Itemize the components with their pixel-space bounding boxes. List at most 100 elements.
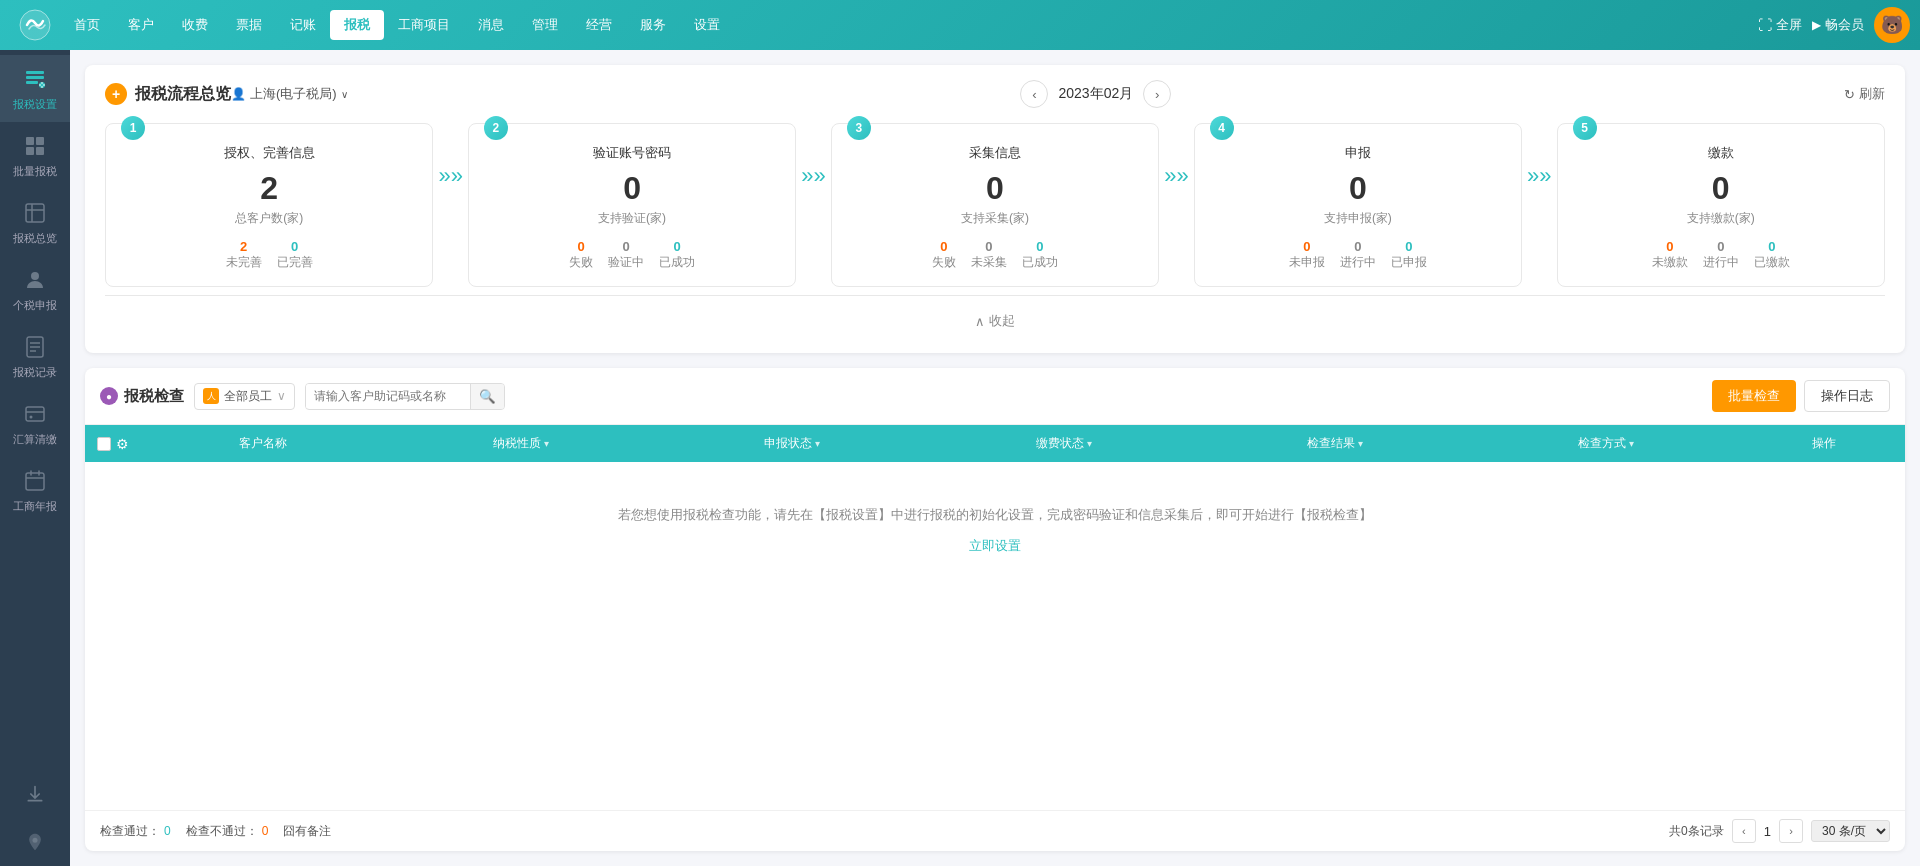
search-button[interactable]: 🔍: [470, 384, 504, 409]
location-person-icon: 👤: [231, 87, 246, 101]
step-5-subtitle: 支持缴款(家): [1573, 210, 1869, 227]
th-checkbox: ⚙: [85, 425, 141, 462]
vip-btn[interactable]: ▶ 畅会员: [1812, 16, 1864, 34]
refresh-label: 刷新: [1859, 85, 1885, 103]
logo[interactable]: [10, 0, 60, 50]
sidebar-item-location[interactable]: [0, 818, 70, 866]
check-title-text: 报税检查: [124, 387, 184, 406]
batch-check-btn[interactable]: 批量检查: [1712, 380, 1796, 412]
fullscreen-btn[interactable]: ⛶ 全屏: [1758, 16, 1802, 34]
setup-link[interactable]: 立即设置: [105, 533, 1885, 559]
nav-item-client[interactable]: 客户: [114, 10, 168, 40]
collapse-btn[interactable]: ∧ 收起: [105, 304, 1885, 338]
sidebar-item-annual-report[interactable]: 工商年报: [0, 457, 70, 524]
step-4-stat-1-label: 进行中: [1340, 254, 1376, 271]
user-avatar[interactable]: 🐻: [1874, 7, 1910, 43]
step-1-badge: 1: [121, 116, 145, 140]
sidebar-item-settlement[interactable]: 汇算清缴: [0, 390, 70, 457]
nav-item-manage[interactable]: 管理: [518, 10, 572, 40]
th-check-result: 检查结果 ▾: [1199, 425, 1470, 462]
filter-icon-1: ▾: [544, 438, 549, 449]
operation-log-btn[interactable]: 操作日志: [1804, 380, 1890, 412]
settings-gear-icon[interactable]: ⚙: [116, 436, 129, 452]
th-check-method: 检查方式 ▾: [1471, 425, 1742, 462]
nav-item-invoice[interactable]: 票据: [222, 10, 276, 40]
th-check-result-filter[interactable]: 检查结果 ▾: [1307, 435, 1363, 452]
step-5-stat-1: 0 进行中: [1703, 239, 1739, 271]
th-filing-status-filter[interactable]: 申报状态 ▾: [764, 435, 820, 452]
vip-label: 畅会员: [1825, 16, 1864, 34]
personal-filing-icon: [21, 266, 49, 294]
collapse-label: 收起: [989, 312, 1015, 330]
step-1-card: 1 授权、完善信息 2 总客户数(家) 2 未完善 0 已完善: [105, 123, 433, 287]
sidebar-item-batch-tax[interactable]: 批量报税: [0, 122, 70, 189]
sidebar-item-tax-records[interactable]: 报税记录: [0, 323, 70, 390]
tax-records-icon: [21, 333, 49, 361]
step-2-badge: 2: [484, 116, 508, 140]
step-2-count: 0: [484, 172, 780, 204]
step-3-stat-0-num: 0: [932, 239, 956, 254]
step-5-badge: 5: [1573, 116, 1597, 140]
staff-selector[interactable]: 人 全部员工 ∨: [194, 383, 295, 410]
pagination: 共0条记录 ‹ 1 › 30 条/页: [1669, 819, 1890, 843]
next-month-btn[interactable]: ›: [1143, 80, 1171, 108]
step-5-stat-2: 0 已缴款: [1754, 239, 1790, 271]
step-3-subtitle: 支持采集(家): [847, 210, 1143, 227]
step-2-stat-1: 0 验证中: [608, 239, 644, 271]
arrow-1: »»: [433, 163, 467, 189]
step-4-subtitle: 支持申报(家): [1210, 210, 1506, 227]
chevron-up-icon: ∧: [975, 314, 985, 329]
prev-page-btn[interactable]: ‹: [1732, 819, 1756, 843]
check-title: ● 报税检查: [100, 387, 184, 406]
location-selector[interactable]: 👤 上海(电子税局) ∨: [231, 85, 348, 103]
page-size-selector[interactable]: 30 条/页: [1811, 820, 1890, 842]
select-all-checkbox[interactable]: [97, 437, 111, 451]
nav-item-home[interactable]: 首页: [60, 10, 114, 40]
process-steps: 1 授权、完善信息 2 总客户数(家) 2 未完善 0 已完善: [105, 123, 1885, 287]
nav-item-bookkeeping[interactable]: 记账: [276, 10, 330, 40]
check-title-icon: ●: [100, 387, 118, 405]
sidebar-item-download[interactable]: [0, 770, 70, 818]
refresh-btn[interactable]: ↻ 刷新: [1844, 85, 1885, 103]
top-nav: 首页 客户 收费 票据 记账 报税 工商项目 消息 管理 经营 服务 设置 ⛶ …: [0, 0, 1920, 50]
filter-icon-2: ▾: [815, 438, 820, 449]
process-title-text: 报税流程总览: [135, 84, 231, 105]
th-check-method-filter[interactable]: 检查方式 ▾: [1578, 435, 1634, 452]
step-2-stat-0-num: 0: [569, 239, 593, 254]
th-fee-status-filter[interactable]: 缴费状态 ▾: [1036, 435, 1092, 452]
batch-tax-icon: [21, 132, 49, 160]
search-input[interactable]: [306, 384, 470, 408]
step-2-stats: 0 失败 0 验证中 0 已成功: [484, 239, 780, 271]
svg-rect-8: [36, 147, 44, 155]
empty-message: 若您想使用报税检查功能，请先在【报税设置】中进行报税的初始化设置，完成密码验证和…: [85, 462, 1905, 599]
nav-item-operation[interactable]: 经营: [572, 10, 626, 40]
th-tax-nature-filter[interactable]: 纳税性质 ▾: [493, 435, 549, 452]
nav-item-settings[interactable]: 设置: [680, 10, 734, 40]
empty-message-text: 若您想使用报税检查功能，请先在【报税设置】中进行报税的初始化设置，完成密码验证和…: [618, 507, 1372, 522]
nav-item-message[interactable]: 消息: [464, 10, 518, 40]
step-2-stat-2-label: 已成功: [659, 254, 695, 271]
sidebar-label-tax-records: 报税记录: [13, 365, 57, 380]
filter-icon-4: ▾: [1358, 438, 1363, 449]
pass-count-link[interactable]: 0: [164, 824, 171, 838]
next-page-btn[interactable]: ›: [1779, 819, 1803, 843]
nav-item-tax[interactable]: 报税: [330, 10, 384, 40]
process-overview-card: + 报税流程总览 👤 上海(电子税局) ∨ ‹ 2023年02月 › ↻: [85, 65, 1905, 353]
page-current-num: 1: [1764, 824, 1771, 839]
step-5-stat-0-label: 未缴款: [1652, 254, 1688, 271]
footer-note-stat: 囧有备注: [283, 823, 331, 840]
prev-month-btn[interactable]: ‹: [1020, 80, 1048, 108]
main-layout: 报税设置 批量报税 报税总览 个税申报 报税记录: [0, 50, 1920, 866]
sidebar-item-personal-filing[interactable]: 个税申报: [0, 256, 70, 323]
sidebar-item-tax-settings[interactable]: 报税设置: [0, 55, 70, 122]
step-4-stat-0-label: 未申报: [1289, 254, 1325, 271]
check-actions: 批量检查 操作日志: [1712, 380, 1890, 412]
nav-item-fee[interactable]: 收费: [168, 10, 222, 40]
sidebar-item-tax-overview[interactable]: 报税总览: [0, 189, 70, 256]
step-2-stat-2-num: 0: [659, 239, 695, 254]
fail-count-link[interactable]: 0: [262, 824, 269, 838]
svg-rect-2: [26, 76, 44, 79]
th-tax-nature: 纳税性质 ▾: [385, 425, 656, 462]
nav-item-business[interactable]: 工商项目: [384, 10, 464, 40]
nav-item-service[interactable]: 服务: [626, 10, 680, 40]
